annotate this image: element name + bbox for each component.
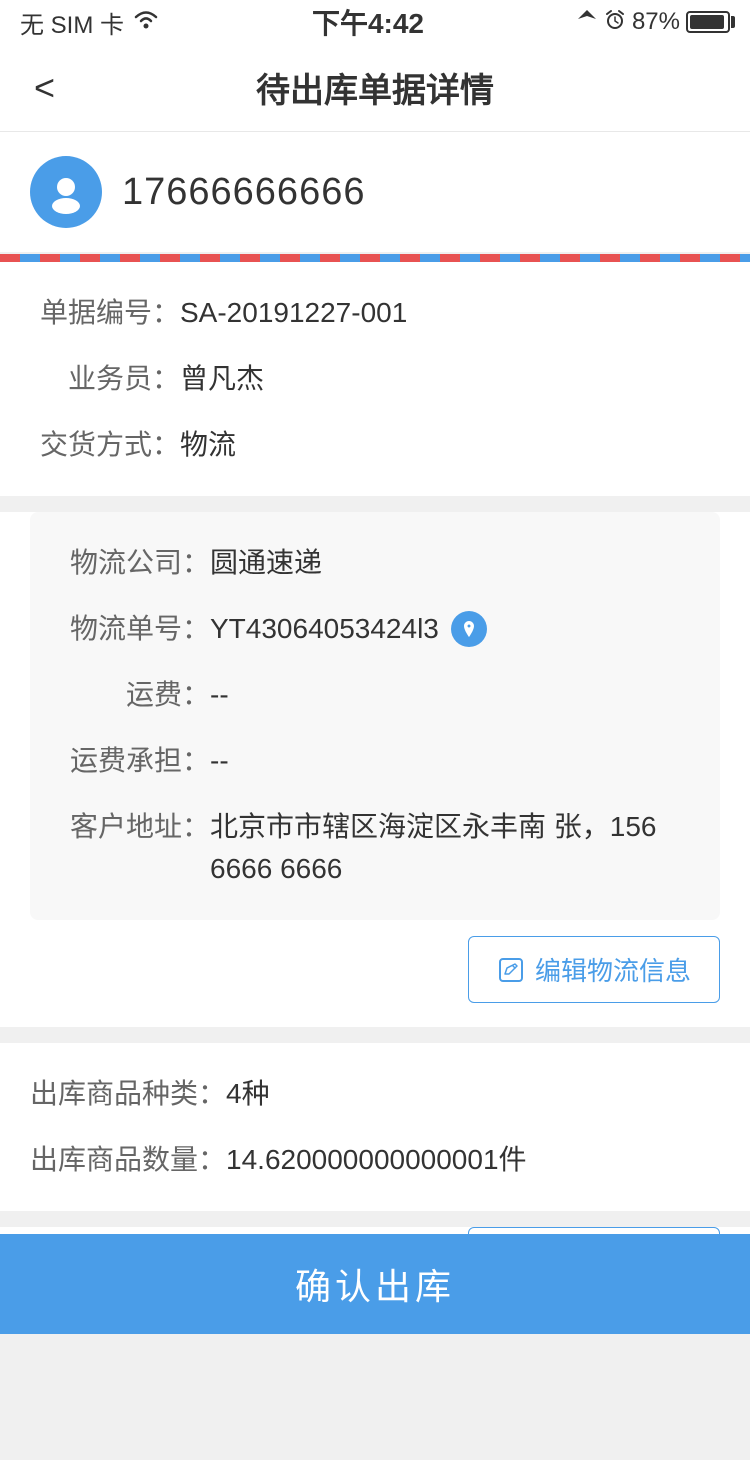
goods-quantity-label: 出库商品数量： [30, 1139, 226, 1181]
back-button[interactable]: < [24, 57, 65, 119]
confirm-button[interactable]: 确认出库 [0, 1234, 750, 1334]
address-value: 北京市市辖区海淀区永丰南 张，156 6666 6666 [210, 806, 690, 890]
order-info-section: 单据编号： SA-20191227-001 业务员： 曾凡杰 交货方式： 物流 [0, 262, 750, 496]
address-label: 客户地址： [60, 806, 210, 848]
logistics-company-value: 圆通速递 [210, 542, 690, 584]
freight-row: 运费： -- [60, 674, 690, 716]
logistics-tracking-value: YT43064053424l3 [210, 608, 690, 650]
status-left: 无 SIM 卡 [20, 5, 160, 40]
edit-logistics-button[interactable]: 编辑物流信息 [468, 936, 720, 1003]
doc-number-label: 单据编号： [30, 292, 180, 334]
freight-bearer-label: 运费承担： [60, 740, 210, 782]
goods-types-label: 出库商品种类： [30, 1073, 226, 1115]
dashed-divider [0, 254, 750, 262]
salesman-row: 业务员： 曾凡杰 [30, 358, 720, 400]
logistics-card: 物流公司： 圆通速递 物流单号： YT43064053424l3 [30, 512, 720, 920]
delivery-method-label: 交货方式： [30, 424, 180, 466]
page-title: 待出库单据详情 [256, 63, 494, 112]
battery-percent-text: 87% [632, 8, 680, 36]
goods-quantity-value: 14.620000000000001件 [226, 1139, 720, 1181]
doc-number-value: SA-20191227-001 [180, 292, 720, 334]
freight-bearer-row: 运费承担： -- [60, 740, 690, 782]
status-bar: 无 SIM 卡 下午4:42 87% [0, 0, 750, 44]
delivery-method-value: 物流 [180, 424, 720, 466]
salesman-label: 业务员： [30, 358, 180, 400]
logistics-tracking-row: 物流单号： YT43064053424l3 [60, 608, 690, 650]
salesman-value: 曾凡杰 [180, 358, 720, 400]
freight-bearer-value: -- [210, 740, 690, 782]
delivery-method-row: 交货方式： 物流 [30, 424, 720, 466]
tracking-number-text: YT43064053424l3 [210, 608, 439, 650]
edit-btn-label: 编辑物流信息 [535, 951, 691, 988]
confirm-btn-label: 确认出库 [295, 1258, 455, 1310]
address-row: 客户地址： 北京市市辖区海淀区永丰南 张，156 6666 6666 [60, 806, 690, 890]
freight-value: -- [210, 674, 690, 716]
goods-types-row: 出库商品种类： 4种 [30, 1073, 720, 1115]
freight-label: 运费： [60, 674, 210, 716]
logistics-tracking-label: 物流单号： [60, 608, 210, 650]
user-phone: 17666666666 [122, 171, 365, 214]
status-time: 下午4:42 [312, 2, 424, 42]
user-header: 17666666666 [0, 132, 750, 252]
logistics-company-label: 物流公司： [60, 542, 210, 584]
wifi-icon [132, 8, 160, 36]
edit-btn-container: 编辑物流信息 [0, 936, 750, 1027]
doc-number-row: 单据编号： SA-20191227-001 [30, 292, 720, 334]
location-status-icon [576, 8, 598, 37]
goods-section: 出库商品种类： 4种 出库商品数量： 14.620000000000001件 [0, 1043, 750, 1211]
goods-types-value: 4种 [226, 1073, 720, 1115]
carrier-text: 无 SIM 卡 [20, 5, 124, 40]
battery-icon [686, 11, 730, 33]
logistics-company-row: 物流公司： 圆通速递 [60, 542, 690, 584]
logistics-section: 物流公司： 圆通速递 物流单号： YT43064053424l3 [0, 512, 750, 1027]
nav-bar: < 待出库单据详情 [0, 44, 750, 132]
status-right: 87% [576, 8, 730, 37]
goods-quantity-row: 出库商品数量： 14.620000000000001件 [30, 1139, 720, 1181]
user-avatar [30, 156, 102, 228]
alarm-status-icon [604, 8, 626, 37]
tracking-location-icon[interactable] [451, 611, 487, 647]
